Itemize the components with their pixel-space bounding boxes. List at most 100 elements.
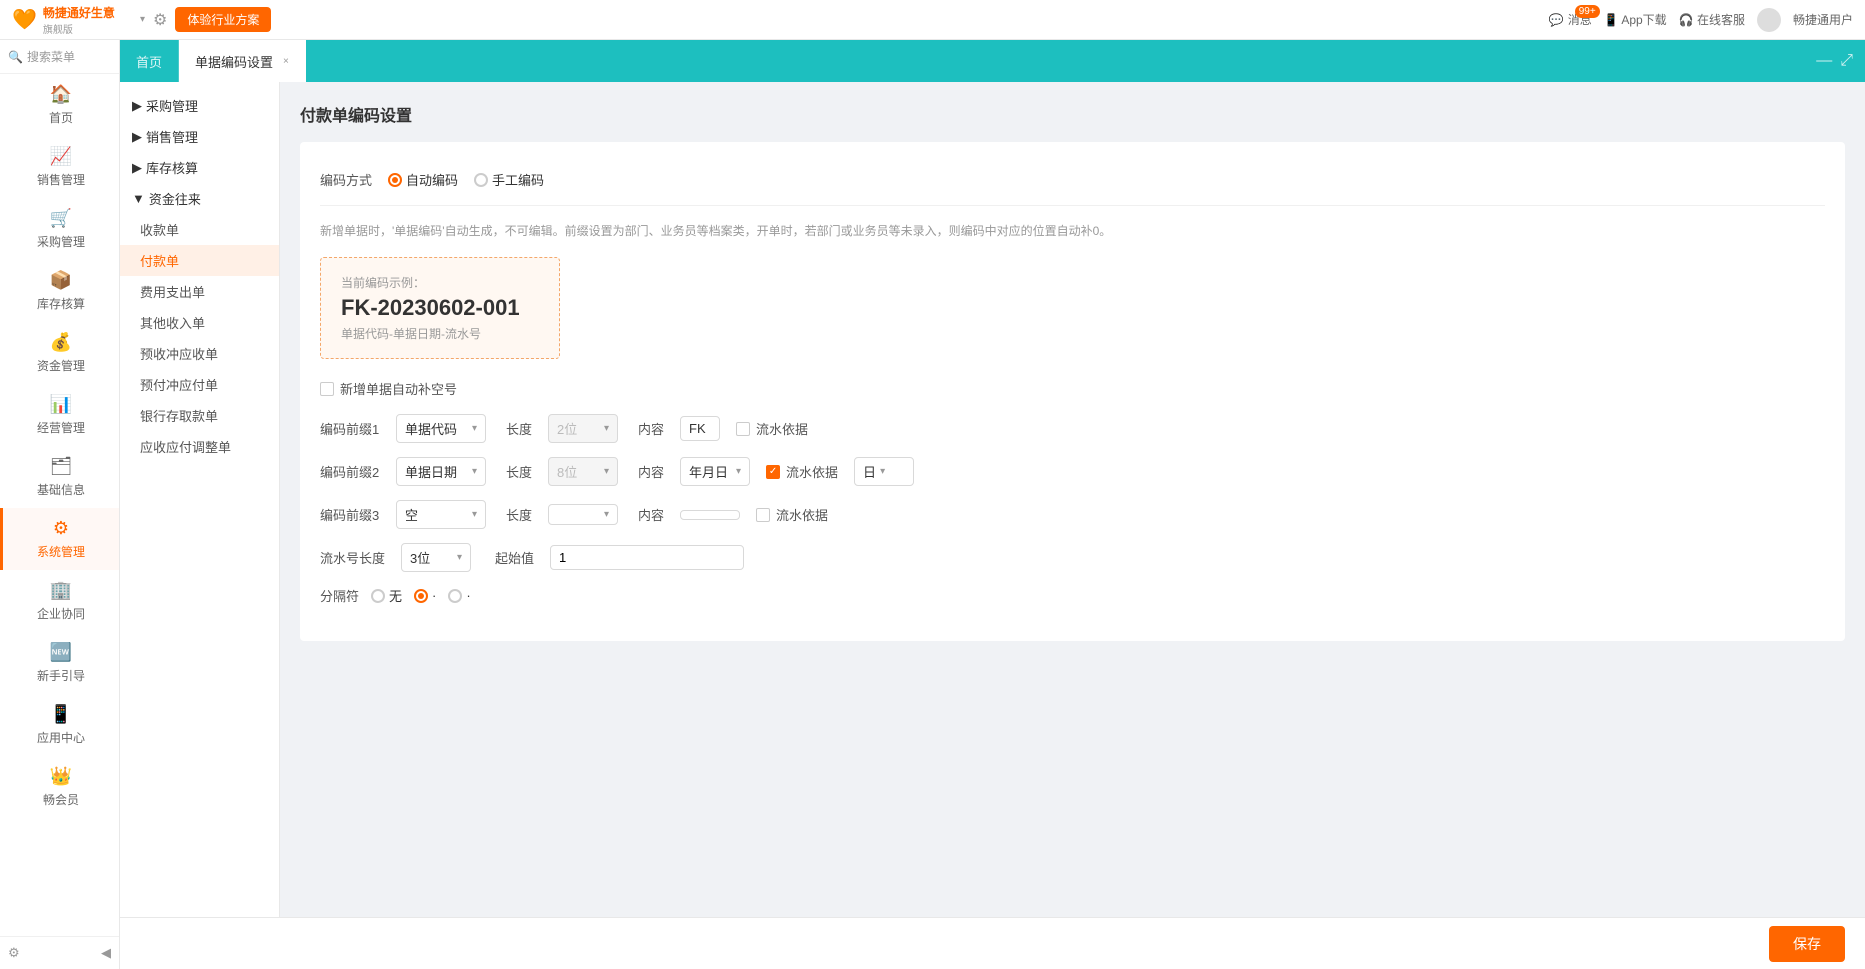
sales-icon: 📈 bbox=[50, 146, 72, 167]
tab-home[interactable]: 首页 bbox=[120, 40, 179, 82]
sub-sidebar-header-finance[interactable]: ▼ 资金往来 bbox=[120, 183, 279, 214]
serial-length-select[interactable]: 3位 ▾ bbox=[401, 543, 471, 572]
length1-label: 长度 bbox=[506, 419, 532, 438]
dropdown-chevron[interactable]: ▾ bbox=[140, 14, 145, 25]
sidebar-item-label: 企业协同 bbox=[37, 605, 85, 622]
top-bar-center: ▾ ⚙ 体验行业方案 bbox=[140, 7, 1541, 32]
sub-sidebar-item-otherincome[interactable]: 其他收入单 bbox=[120, 307, 279, 338]
encoding-mode-label: 编码方式 bbox=[320, 170, 372, 189]
purchase-icon: 🛒 bbox=[50, 208, 72, 229]
stream1-label: 流水依据 bbox=[756, 419, 808, 438]
sidebar-item-label: 畅会员 bbox=[43, 791, 79, 808]
auto-fill-label: 新增单据自动补空号 bbox=[340, 379, 457, 398]
stream2-checkbox[interactable]: ✓ bbox=[766, 465, 780, 479]
prefix2-label: 编码前缀2 bbox=[320, 462, 380, 481]
tab-maximize-btn[interactable]: ⤢ bbox=[1840, 52, 1853, 70]
sidebar-search[interactable]: 🔍 搜索菜单 bbox=[0, 40, 119, 74]
separator-radio-group: 无 · · bbox=[371, 586, 471, 605]
chevron-down-icon: ▾ bbox=[472, 509, 477, 520]
config-row-1: 编码前缀1 单据代码 ▾ 长度 2位 ▾ 内容 FK bbox=[320, 414, 1825, 443]
length1-select[interactable]: 2位 ▾ bbox=[548, 414, 618, 443]
sub-sidebar-item-payment[interactable]: 付款单 bbox=[120, 245, 279, 276]
sidebar-item-label: 应用中心 bbox=[37, 729, 85, 746]
prefix1-label: 编码前缀1 bbox=[320, 419, 380, 438]
stream2-group: ✓ 流水依据 bbox=[766, 462, 838, 481]
settings-icon[interactable]: ⚙ bbox=[8, 945, 20, 961]
save-button[interactable]: 保存 bbox=[1769, 926, 1845, 962]
sub-sidebar-header-sales[interactable]: ▶ 销售管理 bbox=[120, 121, 279, 152]
message-btn[interactable]: 💬 消息 99+ bbox=[1549, 11, 1592, 28]
gear-icon[interactable]: ⚙ bbox=[153, 10, 167, 30]
radio-manual[interactable]: 手工编码 bbox=[474, 170, 544, 189]
arrow-right-icon: ▶ bbox=[132, 160, 142, 176]
finance-icon: 💰 bbox=[50, 332, 72, 353]
page-panel: 付款单编码设置 编码方式 自动编码 手工编码 bbox=[280, 82, 1865, 917]
sub-sidebar-item-expense[interactable]: 费用支出单 bbox=[120, 276, 279, 307]
sidebar-item-basic[interactable]: 🗂 基础信息 bbox=[0, 446, 119, 508]
sub-sidebar-group-sales: ▶ 销售管理 bbox=[120, 121, 279, 152]
tab-close-icon[interactable]: × bbox=[283, 56, 289, 67]
example-box: 当前编码示例： FK-20230602-001 单据代码-单据日期-流水号 bbox=[320, 257, 560, 359]
sidebar-item-system[interactable]: ⚙ 系统管理 bbox=[0, 508, 119, 570]
sidebar-item-home[interactable]: 🏠 首页 bbox=[0, 74, 119, 136]
avatar[interactable] bbox=[1757, 8, 1781, 32]
sub-sidebar-item-adjustment[interactable]: 应收应付调整单 bbox=[120, 431, 279, 462]
industry-btn[interactable]: 体验行业方案 bbox=[175, 7, 271, 32]
sidebar-item-label: 经营管理 bbox=[37, 419, 85, 436]
length2-select[interactable]: 8位 ▾ bbox=[548, 457, 618, 486]
auto-fill-checkbox[interactable] bbox=[320, 382, 334, 396]
vip-icon: 👑 bbox=[50, 766, 72, 787]
radio-auto[interactable]: 自动编码 bbox=[388, 170, 458, 189]
stream2-period-select[interactable]: 日 ▾ bbox=[854, 457, 914, 486]
top-bar-right: 💬 消息 99+ 📱 App下载 🎧 在线客服 畅捷通用户 bbox=[1549, 8, 1853, 32]
sidebar-item-enterprise[interactable]: 🏢 企业协同 bbox=[0, 570, 119, 632]
collapse-icon[interactable]: ◀ bbox=[101, 945, 111, 961]
sidebar-item-appcenter[interactable]: 📱 应用中心 bbox=[0, 694, 119, 756]
sidebar-item-newguide[interactable]: 🆕 新手引导 bbox=[0, 632, 119, 694]
length3-select[interactable]: ▾ bbox=[548, 504, 618, 525]
sidebar-item-finance[interactable]: 💰 资金管理 bbox=[0, 322, 119, 384]
prefix1-select[interactable]: 单据代码 ▾ bbox=[396, 414, 486, 443]
arrow-right-icon: ▶ bbox=[132, 98, 142, 114]
prefix2-select[interactable]: 单据日期 ▾ bbox=[396, 457, 486, 486]
sidebar-item-sales[interactable]: 📈 销售管理 bbox=[0, 136, 119, 198]
app-body: 🔍 搜索菜单 🏠 首页 📈 销售管理 🛒 采购管理 📦 库存核算 💰 bbox=[0, 40, 1865, 969]
sub-sidebar-item-prepaypay[interactable]: 预付冲应付单 bbox=[120, 369, 279, 400]
sep-none[interactable]: 无 bbox=[371, 586, 402, 605]
sub-sidebar-item-receipt[interactable]: 收款单 bbox=[120, 214, 279, 245]
config-row-2: 编码前缀2 单据日期 ▾ 长度 8位 ▾ 内容 年月日 bbox=[320, 457, 1825, 486]
sep-dot2[interactable]: · bbox=[448, 588, 470, 603]
enterprise-icon: 🏢 bbox=[50, 580, 72, 601]
separator-label: 分隔符 bbox=[320, 586, 359, 605]
start-value-input[interactable] bbox=[550, 545, 744, 570]
appcenter-icon: 📱 bbox=[50, 704, 72, 725]
sep-dot1[interactable]: · bbox=[414, 588, 436, 603]
sidebar-item-vip[interactable]: 👑 畅会员 bbox=[0, 756, 119, 818]
bottom-bar: 保存 bbox=[120, 917, 1865, 969]
example-code: FK-20230602-001 bbox=[341, 295, 539, 321]
stream3-label: 流水依据 bbox=[776, 505, 828, 524]
prefix3-select[interactable]: 空 ▾ bbox=[396, 500, 486, 529]
online-service-btn[interactable]: 🎧 在线客服 bbox=[1679, 11, 1745, 28]
tab-minimize-btn[interactable]: — bbox=[1816, 52, 1832, 70]
arrow-down-icon: ▼ bbox=[132, 191, 145, 206]
sub-sidebar-header-inventory[interactable]: ▶ 库存核算 bbox=[120, 152, 279, 183]
top-bar: 🧡 畅捷通好生意 旗舰版 ▾ ⚙ 体验行业方案 💬 消息 99+ 📱 App下载… bbox=[0, 0, 1865, 40]
sidebar-item-label: 资金管理 bbox=[37, 357, 85, 374]
sidebar-item-purchase[interactable]: 🛒 采购管理 bbox=[0, 198, 119, 260]
page-title: 付款单编码设置 bbox=[300, 102, 1845, 126]
sidebar-item-operations[interactable]: 📊 经营管理 bbox=[0, 384, 119, 446]
stream1-checkbox[interactable] bbox=[736, 422, 750, 436]
newguide-icon: 🆕 bbox=[50, 642, 72, 663]
sub-sidebar-item-prepayrecv[interactable]: 预收冲应收单 bbox=[120, 338, 279, 369]
sidebar-item-inventory[interactable]: 📦 库存核算 bbox=[0, 260, 119, 322]
sub-sidebar-item-bankdeposit[interactable]: 银行存取款单 bbox=[120, 400, 279, 431]
length2-label: 长度 bbox=[506, 462, 532, 481]
chevron-down-icon: ▾ bbox=[472, 466, 477, 477]
app-download-btn[interactable]: 📱 App下载 bbox=[1604, 11, 1667, 28]
chevron-down-icon: ▾ bbox=[880, 466, 885, 477]
sub-sidebar-header-purchase[interactable]: ▶ 采购管理 bbox=[120, 90, 279, 121]
tab-current[interactable]: 单据编码设置 × bbox=[179, 40, 306, 82]
content2-select[interactable]: 年月日 ▾ bbox=[680, 457, 750, 486]
stream3-checkbox[interactable] bbox=[756, 508, 770, 522]
